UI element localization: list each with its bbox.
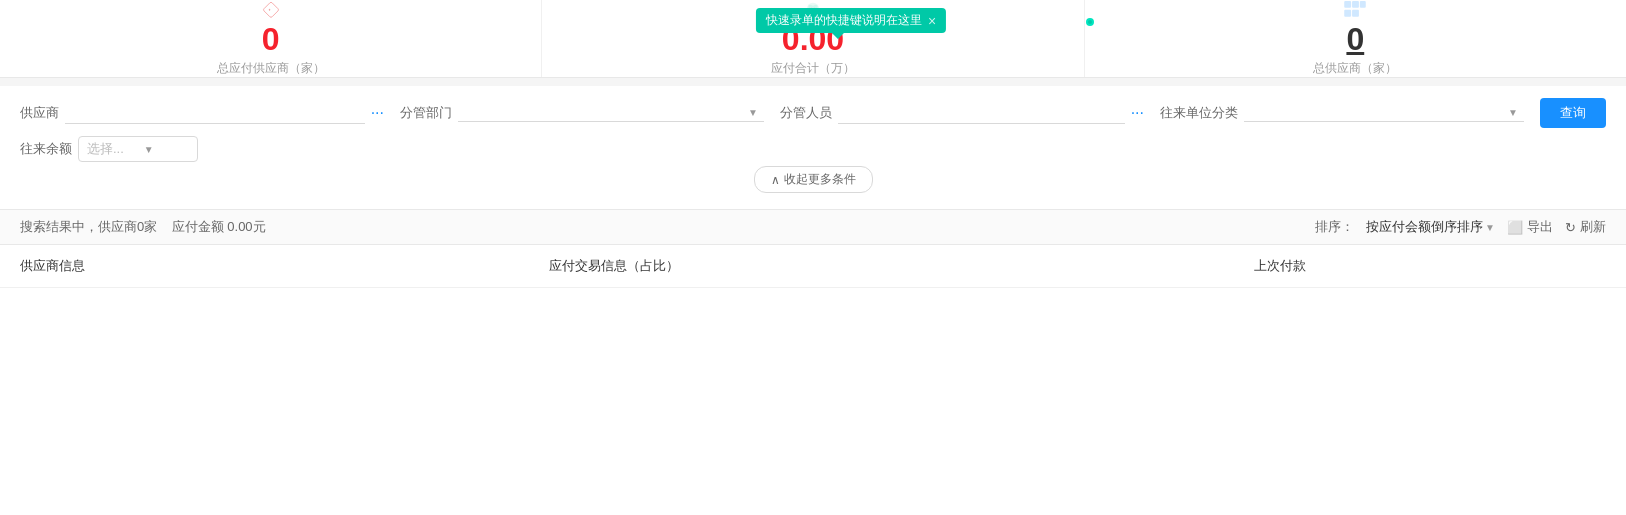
diamond-icon: ♦ <box>247 0 295 20</box>
supplier-input[interactable] <box>65 102 365 124</box>
sort-select[interactable]: 按应付会额倒序排序 ▼ <box>1366 218 1495 236</box>
total-suppliers-label: 总供应商（家） <box>1313 60 1397 77</box>
svg-text:♦: ♦ <box>268 7 270 12</box>
filter-row-2: 往来余额 选择... ▼ <box>20 136 1606 162</box>
balance-chevron-icon: ▼ <box>144 144 154 155</box>
refresh-button[interactable]: ↻ 刷新 <box>1565 218 1606 236</box>
export-label: 导出 <box>1527 218 1553 236</box>
person-dots-button[interactable]: ··· <box>1131 104 1144 122</box>
person-input[interactable] <box>838 102 1125 124</box>
filter-person: 分管人员 ··· <box>780 102 1144 124</box>
supplier-dots-button[interactable]: ··· <box>371 104 384 122</box>
refresh-icon: ↻ <box>1565 220 1576 235</box>
svg-rect-12 <box>1345 10 1352 17</box>
total-payable-suppliers-label: 总应付供应商（家） <box>217 60 325 77</box>
tooltip-bubble: 快速录单的快捷键说明在这里 × <box>756 8 946 33</box>
filter-department: 分管部门 ▼ <box>400 104 764 122</box>
filter-supplier: 供应商 ··· <box>20 102 384 124</box>
tooltip-text: 快速录单的快捷键说明在这里 <box>766 12 922 29</box>
export-button[interactable]: ⬜ 导出 <box>1507 218 1553 236</box>
results-summary: 搜索结果中，供应商0家 应付金额 0.00元 <box>20 218 266 236</box>
payable-total-label: 应付合计（万） <box>771 60 855 77</box>
balance-label: 往来余额 <box>20 140 72 158</box>
category-select[interactable]: ▼ <box>1244 104 1524 122</box>
results-actions: 排序： 按应付会额倒序排序 ▼ ⬜ 导出 ↻ 刷新 <box>1315 218 1606 236</box>
collapse-row: ∧ 收起更多条件 <box>20 162 1606 201</box>
query-button[interactable]: 查询 <box>1540 98 1606 128</box>
svg-rect-11 <box>1360 1 1366 8</box>
table-header: 供应商信息 应付交易信息（占比） 上次付款 <box>0 245 1626 288</box>
department-label: 分管部门 <box>400 104 452 122</box>
results-amount: 应付金额 0.00元 <box>172 219 266 234</box>
col-supplier-header: 供应商信息 <box>20 257 549 275</box>
svg-rect-10 <box>1352 1 1359 8</box>
grid-icon <box>1331 0 1379 18</box>
department-chevron-icon: ▼ <box>748 107 758 118</box>
collapse-icon: ∧ <box>771 173 780 187</box>
svg-rect-0 <box>263 2 279 18</box>
results-supplier-count: 搜索结果中，供应商0家 <box>20 219 157 234</box>
collapse-label: 收起更多条件 <box>784 171 856 188</box>
sort-value: 按应付会额倒序排序 <box>1366 218 1483 236</box>
table-body <box>0 288 1626 515</box>
category-chevron-icon: ▼ <box>1508 107 1518 118</box>
filter-category: 往来单位分类 ▼ <box>1160 104 1524 122</box>
collapse-button[interactable]: ∧ 收起更多条件 <box>754 166 873 193</box>
stat-total-suppliers: 0 总供应商（家） <box>1085 0 1626 77</box>
sort-chevron-icon: ▼ <box>1485 222 1495 233</box>
sort-label: 排序： <box>1315 218 1354 236</box>
person-label: 分管人员 <box>780 104 832 122</box>
balance-placeholder: 选择... <box>87 140 124 158</box>
filter-bar: 供应商 ··· 分管部门 ▼ 分管人员 ··· 往来单位分类 ▼ <box>0 86 1626 210</box>
stat-payable-total: 快速录单的快捷键说明在这里 × 0.00 应付合计（万） <box>542 0 1084 77</box>
col-transaction-header: 应付交易信息（占比） <box>549 257 1254 275</box>
balance-select[interactable]: 选择... ▼ <box>78 136 198 162</box>
col-payment-header: 上次付款 <box>1254 257 1606 275</box>
export-icon: ⬜ <box>1507 220 1523 235</box>
close-tooltip-button[interactable]: × <box>928 14 936 28</box>
total-suppliers-number: 0 <box>1346 20 1364 58</box>
svg-rect-13 <box>1352 10 1359 17</box>
total-payable-suppliers-number: 0 <box>262 20 280 58</box>
refresh-label: 刷新 <box>1580 218 1606 236</box>
filter-row-1: 供应商 ··· 分管部门 ▼ 分管人员 ··· 往来单位分类 ▼ <box>20 98 1606 128</box>
department-select[interactable]: ▼ <box>458 104 764 122</box>
stats-bar: ♦ 0 总应付供应商（家） 快速录单的快捷键说明在这里 × 0.00 应付合计（… <box>0 0 1626 78</box>
category-label: 往来单位分类 <box>1160 104 1238 122</box>
results-bar: 搜索结果中，供应商0家 应付金额 0.00元 排序： 按应付会额倒序排序 ▼ ⬜… <box>0 210 1626 245</box>
svg-rect-9 <box>1345 1 1352 8</box>
filter-balance: 往来余额 选择... ▼ <box>20 136 198 162</box>
supplier-label: 供应商 <box>20 104 59 122</box>
stat-total-payable-suppliers: ♦ 0 总应付供应商（家） <box>0 0 542 77</box>
